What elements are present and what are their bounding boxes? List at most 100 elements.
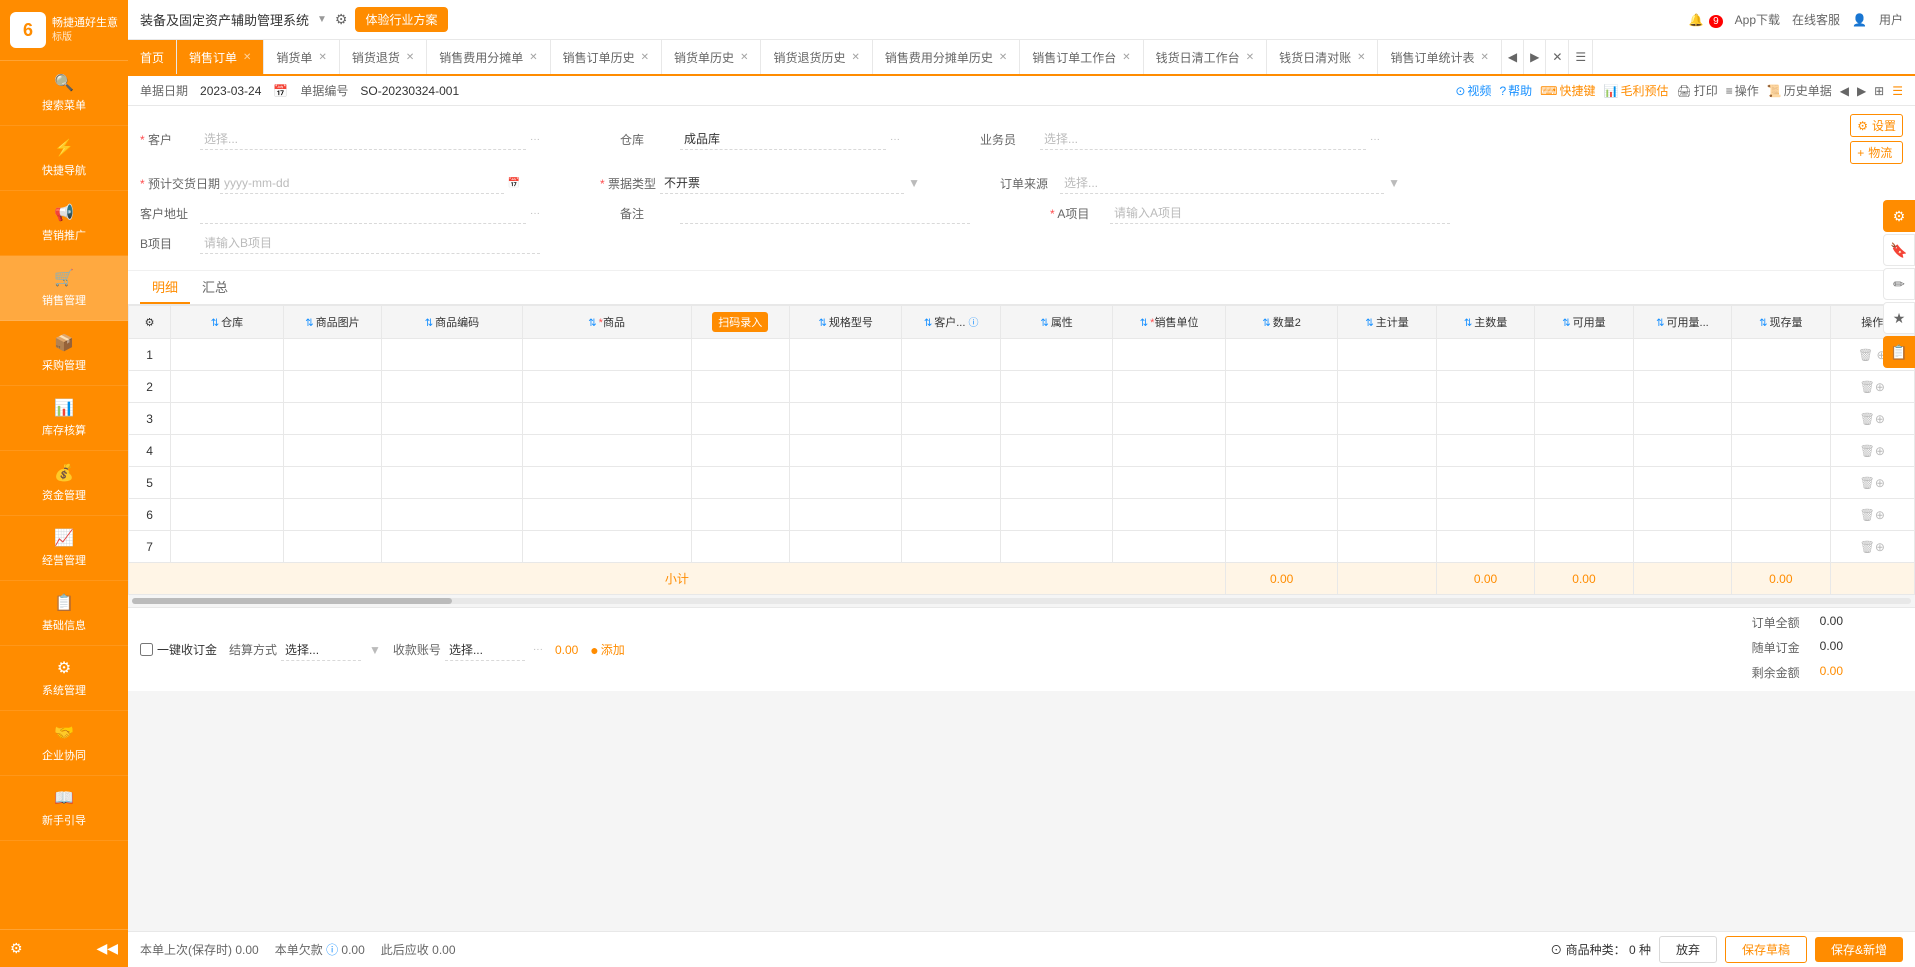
row-stock[interactable]: [1732, 371, 1830, 403]
row-stock[interactable]: [1732, 339, 1830, 371]
sort-mqty-icon[interactable]: ⇅: [1464, 318, 1472, 329]
add-row-btn[interactable]: + 物流: [1850, 141, 1903, 164]
tab-sales-expense[interactable]: 销售费用分摊单 ✕: [427, 40, 550, 75]
row-product[interactable]: [522, 531, 691, 563]
row-mqty[interactable]: [1436, 339, 1534, 371]
delete-row-icon[interactable]: 🗑: [1860, 412, 1875, 426]
tab-expense-history[interactable]: 销售费用分摊单历史 ✕: [873, 40, 1020, 75]
tab-close-icon[interactable]: ✕: [1481, 52, 1489, 63]
row-available2[interactable]: [1633, 531, 1731, 563]
row-stock[interactable]: [1732, 499, 1830, 531]
row-image[interactable]: [283, 467, 381, 499]
title-dropdown-icon[interactable]: ▼: [317, 14, 327, 25]
sidebar-item-sales[interactable]: 🛒 销售管理: [0, 256, 128, 321]
payment-method-arrow-icon[interactable]: ▼: [369, 643, 381, 657]
tab-close-icon[interactable]: ✕: [740, 52, 748, 63]
tab-close-icon[interactable]: ✕: [999, 52, 1007, 63]
sidebar-item-system[interactable]: ⚙ 系统管理: [0, 646, 128, 711]
row-warehouse[interactable]: [171, 531, 284, 563]
tab-goods-history[interactable]: 销货单历史 ✕: [662, 40, 761, 75]
tab-close-icon[interactable]: ✕: [1357, 52, 1365, 63]
float-settings-btn[interactable]: ⚙: [1883, 200, 1915, 232]
row-mqty[interactable]: [1436, 467, 1534, 499]
history-btn[interactable]: 📜 历史单据: [1767, 82, 1832, 99]
row-spec[interactable]: [789, 339, 902, 371]
copy-row-icon[interactable]: ⊕: [1875, 508, 1885, 522]
row-image[interactable]: [283, 435, 381, 467]
app-download-link[interactable]: App下载: [1735, 11, 1780, 28]
row-qty2[interactable]: [1225, 499, 1338, 531]
notification-icon[interactable]: 🔔 9: [1689, 13, 1723, 27]
row-spec[interactable]: [789, 499, 902, 531]
sidebar-item-enterprise[interactable]: 🤝 企业协同: [0, 711, 128, 776]
copy-row-icon[interactable]: ⊕: [1875, 380, 1885, 394]
address-more-icon[interactable]: ···: [530, 208, 540, 219]
salesperson-more-icon[interactable]: ···: [1370, 134, 1380, 145]
tab-close-icon[interactable]: ✕: [318, 52, 326, 63]
sort-qty2-icon[interactable]: ⇅: [1262, 318, 1270, 329]
row-spec[interactable]: [789, 531, 902, 563]
tab-cash-workbench[interactable]: 钱货日清工作台 ✕: [1144, 40, 1267, 75]
float-star-btn[interactable]: ★: [1883, 302, 1915, 334]
row-code[interactable]: [382, 339, 523, 371]
delete-row-icon[interactable]: 🗑: [1858, 348, 1873, 362]
operation-btn[interactable]: ≡ 操作: [1726, 82, 1759, 99]
tab-order-workbench[interactable]: 销售订单工作台 ✕: [1020, 40, 1143, 75]
row-code[interactable]: [382, 499, 523, 531]
discard-btn[interactable]: 放弃: [1659, 936, 1717, 963]
float-orange-btn[interactable]: 📋: [1883, 336, 1915, 368]
row-warehouse[interactable]: [171, 499, 284, 531]
row-mqty[interactable]: [1436, 371, 1534, 403]
th-scan[interactable]: 扫码录入: [691, 306, 789, 339]
row-spec[interactable]: [789, 467, 902, 499]
row-product[interactable]: [522, 339, 691, 371]
row-code[interactable]: [382, 467, 523, 499]
row-attribute[interactable]: [1000, 403, 1113, 435]
row-available2[interactable]: [1633, 371, 1731, 403]
row-qty2[interactable]: [1225, 339, 1338, 371]
row-available[interactable]: [1535, 531, 1633, 563]
date-value[interactable]: 2023-03-24: [200, 84, 261, 98]
industry-btn[interactable]: 体验行业方案: [355, 7, 447, 32]
nav-next-icon[interactable]: ▶: [1857, 84, 1866, 98]
row-available2[interactable]: [1633, 467, 1731, 499]
row-ccode[interactable]: [902, 339, 1000, 371]
customer-address-input[interactable]: [200, 202, 526, 224]
sort-sunit-icon[interactable]: ⇅: [1140, 318, 1148, 329]
collapse-sidebar-icon[interactable]: ◀◀: [96, 940, 118, 957]
copy-row-icon[interactable]: ⊕: [1875, 540, 1885, 554]
row-mqty[interactable]: [1436, 531, 1534, 563]
tab-close-icon[interactable]: ✕: [851, 52, 859, 63]
sort-avail2-icon[interactable]: ⇅: [1656, 318, 1664, 329]
row-qty2[interactable]: [1225, 467, 1338, 499]
row-munit[interactable]: [1338, 499, 1436, 531]
row-image[interactable]: [283, 371, 381, 403]
tab-detail[interactable]: 明细: [140, 271, 190, 304]
row-qty2[interactable]: [1225, 371, 1338, 403]
order-source-arrow-icon[interactable]: ▼: [1388, 176, 1400, 190]
debit-info-icon[interactable]: ⓘ: [326, 943, 338, 957]
sidebar-item-inventory[interactable]: 📊 库存核算: [0, 386, 128, 451]
row-stock[interactable]: [1732, 467, 1830, 499]
sort-product-icon[interactable]: ⇅: [588, 318, 596, 329]
row-sunit[interactable]: [1113, 499, 1226, 531]
settings-panel-btn[interactable]: ⚙ 设置: [1850, 114, 1903, 137]
row-image[interactable]: [283, 531, 381, 563]
invoice-type-arrow-icon[interactable]: ▼: [908, 176, 920, 190]
delivery-date-calendar-icon[interactable]: 📅: [508, 178, 520, 189]
row-spec[interactable]: [789, 435, 902, 467]
one-click-checkbox-input[interactable]: [140, 643, 153, 656]
row-product[interactable]: [522, 371, 691, 403]
row-product[interactable]: [522, 467, 691, 499]
sort-ccode-icon[interactable]: ⇅: [924, 318, 932, 329]
row-available[interactable]: [1535, 435, 1633, 467]
tab-close-icon[interactable]: ✕: [406, 52, 414, 63]
copy-row-icon[interactable]: ⊕: [1875, 476, 1885, 490]
row-available2[interactable]: [1633, 339, 1731, 371]
settings-bottom-icon[interactable]: ⚙: [10, 940, 23, 957]
row-munit[interactable]: [1338, 435, 1436, 467]
delete-row-icon[interactable]: 🗑: [1860, 380, 1875, 394]
tab-sales-return[interactable]: 销货退货 ✕: [340, 40, 427, 75]
row-qty2[interactable]: [1225, 403, 1338, 435]
tab-close-icon[interactable]: ✕: [1122, 52, 1130, 63]
